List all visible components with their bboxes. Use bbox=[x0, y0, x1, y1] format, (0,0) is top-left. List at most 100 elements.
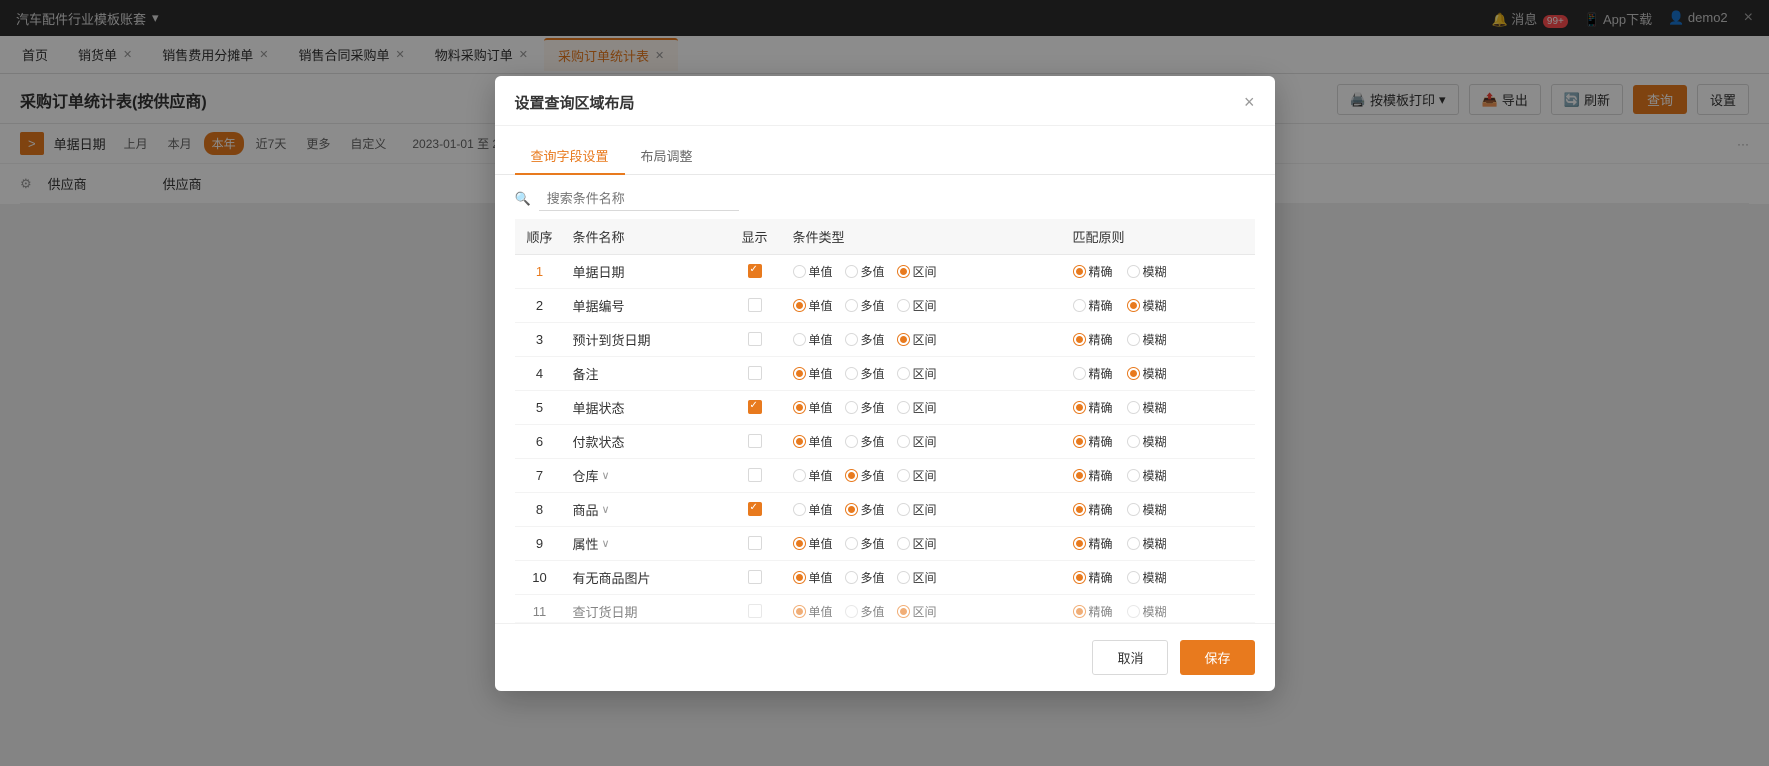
type-multi-option[interactable]: 多值 bbox=[845, 297, 885, 314]
type-multi-radio[interactable] bbox=[845, 537, 858, 550]
type-single-radio[interactable] bbox=[793, 469, 806, 482]
match-exact-radio[interactable] bbox=[1073, 435, 1086, 448]
match-exact-option[interactable]: 精确 bbox=[1073, 535, 1113, 552]
match-fuzzy-radio[interactable] bbox=[1127, 333, 1140, 346]
type-single-radio[interactable] bbox=[793, 503, 806, 516]
type-range-option[interactable]: 区间 bbox=[897, 433, 937, 450]
type-multi-option[interactable]: 多值 bbox=[845, 365, 885, 382]
display-checkbox[interactable] bbox=[748, 468, 762, 482]
type-multi-option[interactable]: 多值 bbox=[845, 467, 885, 484]
type-range-radio[interactable] bbox=[897, 367, 910, 380]
type-multi-radio[interactable] bbox=[845, 333, 858, 346]
match-exact-radio[interactable] bbox=[1073, 503, 1086, 516]
dialog-close-btn[interactable]: × bbox=[1244, 93, 1255, 111]
match-fuzzy-option[interactable]: 模糊 bbox=[1127, 569, 1167, 586]
type-multi-option[interactable]: 多值 bbox=[845, 569, 885, 586]
type-multi-radio[interactable] bbox=[845, 571, 858, 584]
type-multi-radio[interactable] bbox=[845, 435, 858, 448]
type-single-radio[interactable] bbox=[793, 299, 806, 312]
type-single-option[interactable]: 单值 bbox=[793, 433, 833, 450]
type-multi-option[interactable]: 多值 bbox=[845, 603, 885, 620]
type-single-option[interactable]: 单值 bbox=[793, 365, 833, 382]
type-range-radio[interactable] bbox=[897, 299, 910, 312]
save-button[interactable]: 保存 bbox=[1180, 640, 1254, 675]
display-checkbox[interactable] bbox=[748, 264, 762, 278]
type-range-option[interactable]: 区间 bbox=[897, 365, 937, 382]
display-checkbox[interactable] bbox=[748, 536, 762, 550]
match-fuzzy-option[interactable]: 模糊 bbox=[1127, 399, 1167, 416]
type-range-option[interactable]: 区间 bbox=[897, 263, 937, 280]
match-fuzzy-radio[interactable] bbox=[1127, 605, 1140, 618]
type-range-radio[interactable] bbox=[897, 605, 910, 618]
match-fuzzy-radio[interactable] bbox=[1127, 401, 1140, 414]
type-range-radio[interactable] bbox=[897, 469, 910, 482]
type-range-option[interactable]: 区间 bbox=[897, 569, 937, 586]
type-multi-option[interactable]: 多值 bbox=[845, 433, 885, 450]
match-fuzzy-radio[interactable] bbox=[1127, 435, 1140, 448]
type-single-option[interactable]: 单值 bbox=[793, 399, 833, 416]
dialog-tab-fields[interactable]: 查询字段设置 bbox=[515, 138, 625, 175]
dialog-tab-layout[interactable]: 布局调整 bbox=[625, 138, 709, 175]
type-single-option[interactable]: 单值 bbox=[793, 297, 833, 314]
type-range-option[interactable]: 区间 bbox=[897, 297, 937, 314]
type-range-radio[interactable] bbox=[897, 503, 910, 516]
type-single-option[interactable]: 单值 bbox=[793, 501, 833, 518]
match-fuzzy-radio[interactable] bbox=[1127, 469, 1140, 482]
type-range-option[interactable]: 区间 bbox=[897, 603, 937, 620]
match-exact-radio[interactable] bbox=[1073, 333, 1086, 346]
type-multi-option[interactable]: 多值 bbox=[845, 535, 885, 552]
type-single-option[interactable]: 单值 bbox=[793, 263, 833, 280]
match-fuzzy-option[interactable]: 模糊 bbox=[1127, 603, 1167, 620]
display-checkbox[interactable] bbox=[748, 434, 762, 448]
display-checkbox[interactable] bbox=[748, 298, 762, 312]
type-single-radio[interactable] bbox=[793, 333, 806, 346]
match-fuzzy-option[interactable]: 模糊 bbox=[1127, 263, 1167, 280]
match-exact-radio[interactable] bbox=[1073, 367, 1086, 380]
match-fuzzy-option[interactable]: 模糊 bbox=[1127, 501, 1167, 518]
match-fuzzy-radio[interactable] bbox=[1127, 367, 1140, 380]
match-exact-option[interactable]: 精确 bbox=[1073, 365, 1113, 382]
type-multi-option[interactable]: 多值 bbox=[845, 331, 885, 348]
match-fuzzy-option[interactable]: 模糊 bbox=[1127, 535, 1167, 552]
type-single-option[interactable]: 单值 bbox=[793, 331, 833, 348]
type-single-option[interactable]: 单值 bbox=[793, 467, 833, 484]
match-fuzzy-radio[interactable] bbox=[1127, 265, 1140, 278]
match-exact-option[interactable]: 精确 bbox=[1073, 297, 1113, 314]
match-exact-radio[interactable] bbox=[1073, 605, 1086, 618]
type-single-option[interactable]: 单值 bbox=[793, 535, 833, 552]
match-exact-option[interactable]: 精确 bbox=[1073, 569, 1113, 586]
type-single-radio[interactable] bbox=[793, 537, 806, 550]
match-fuzzy-radio[interactable] bbox=[1127, 503, 1140, 516]
type-multi-option[interactable]: 多值 bbox=[845, 501, 885, 518]
type-range-radio[interactable] bbox=[897, 333, 910, 346]
match-exact-option[interactable]: 精确 bbox=[1073, 501, 1113, 518]
match-exact-radio[interactable] bbox=[1073, 571, 1086, 584]
type-single-radio[interactable] bbox=[793, 367, 806, 380]
type-multi-radio[interactable] bbox=[845, 367, 858, 380]
type-single-option[interactable]: 单值 bbox=[793, 603, 833, 620]
match-fuzzy-option[interactable]: 模糊 bbox=[1127, 297, 1167, 314]
match-fuzzy-radio[interactable] bbox=[1127, 537, 1140, 550]
match-fuzzy-radio[interactable] bbox=[1127, 571, 1140, 584]
type-range-radio[interactable] bbox=[897, 571, 910, 584]
match-fuzzy-option[interactable]: 模糊 bbox=[1127, 331, 1167, 348]
match-exact-option[interactable]: 精确 bbox=[1073, 467, 1113, 484]
cancel-button[interactable]: 取消 bbox=[1092, 640, 1168, 675]
type-single-radio[interactable] bbox=[793, 571, 806, 584]
type-range-radio[interactable] bbox=[897, 401, 910, 414]
type-multi-radio[interactable] bbox=[845, 503, 858, 516]
type-range-radio[interactable] bbox=[897, 265, 910, 278]
type-multi-radio[interactable] bbox=[845, 401, 858, 414]
type-single-radio[interactable] bbox=[793, 435, 806, 448]
type-multi-radio[interactable] bbox=[845, 469, 858, 482]
match-exact-radio[interactable] bbox=[1073, 469, 1086, 482]
match-exact-radio[interactable] bbox=[1073, 299, 1086, 312]
type-single-option[interactable]: 单值 bbox=[793, 569, 833, 586]
match-exact-option[interactable]: 精确 bbox=[1073, 603, 1113, 620]
match-exact-option[interactable]: 精确 bbox=[1073, 433, 1113, 450]
display-checkbox[interactable] bbox=[748, 502, 762, 516]
display-checkbox[interactable] bbox=[748, 570, 762, 584]
display-checkbox[interactable] bbox=[748, 332, 762, 346]
match-exact-option[interactable]: 精确 bbox=[1073, 331, 1113, 348]
match-exact-option[interactable]: 精确 bbox=[1073, 399, 1113, 416]
